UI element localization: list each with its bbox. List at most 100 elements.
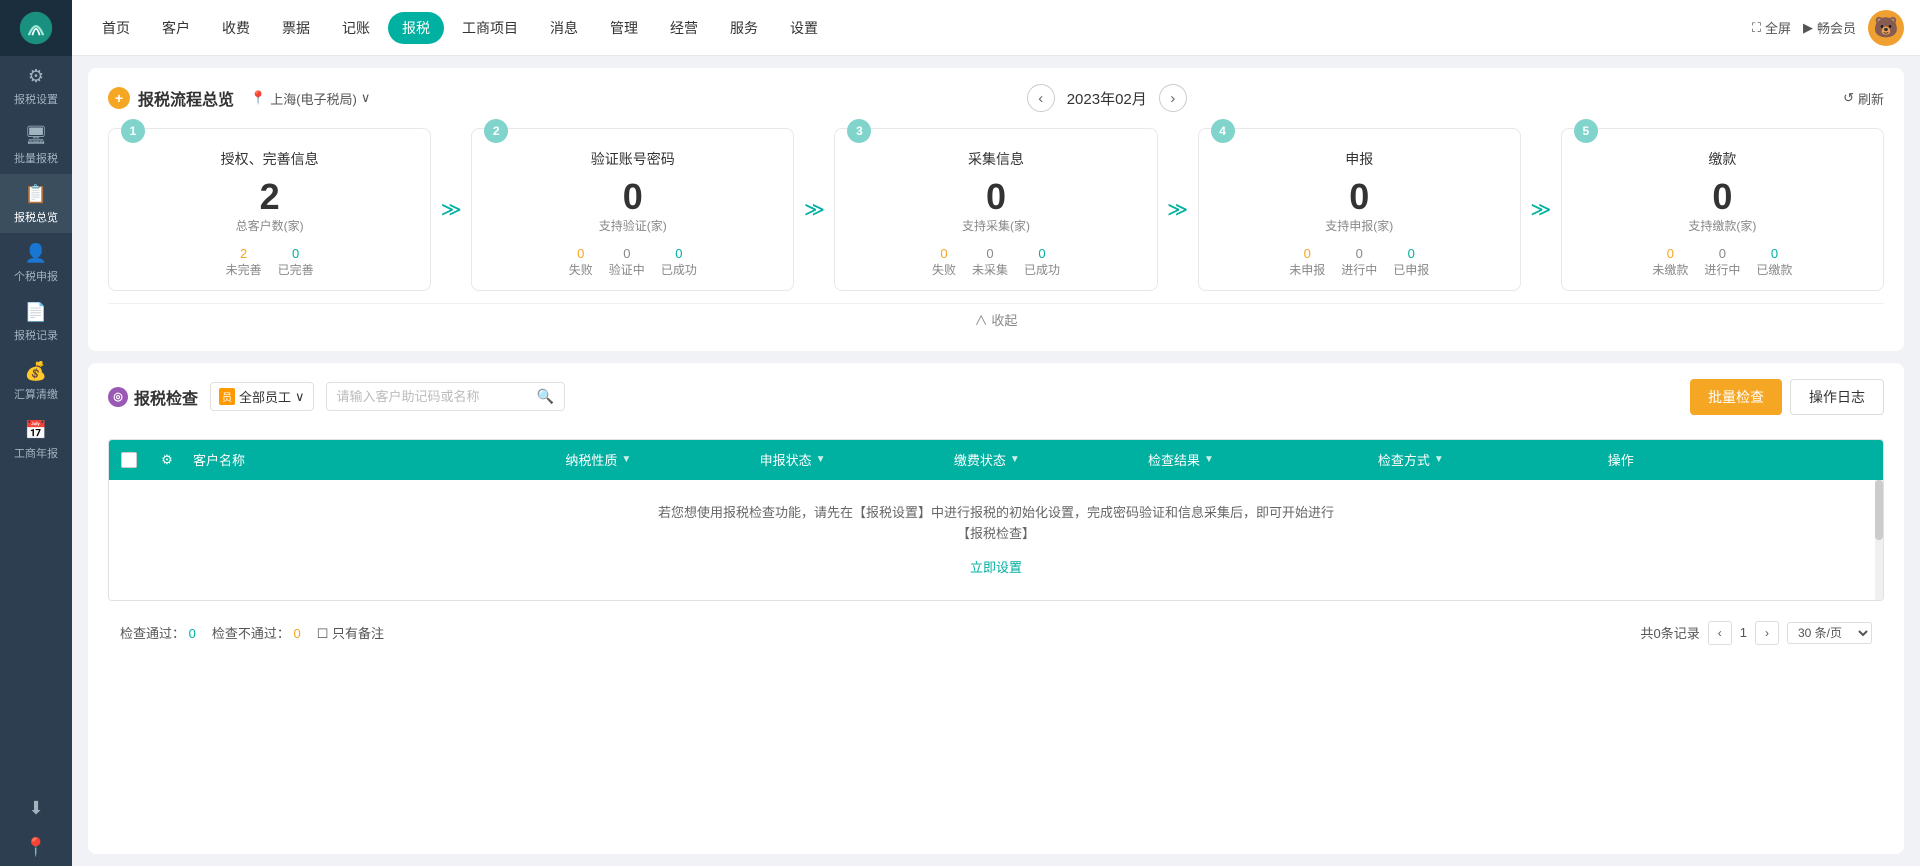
stat-val-4-2[interactable]: 0 — [1393, 246, 1429, 261]
check-actions: 批量检查 操作日志 — [1690, 379, 1884, 415]
nav-message[interactable]: 消息 — [536, 12, 592, 44]
nav-business[interactable]: 工商项目 — [448, 12, 532, 44]
th-declare-status[interactable]: 申报状态 ▼ — [752, 450, 946, 469]
fail-label: 检查不通过： 0 — [212, 623, 301, 642]
search-button[interactable]: 🔍 — [527, 383, 564, 410]
th-check-result[interactable]: 检查结果 ▼ — [1140, 450, 1370, 469]
table-footer: 检查通过： 0 检查不通过： 0 ☐ 只有备注 共0条记录 ‹ 1 — [108, 613, 1884, 653]
fail-text: 检查不通过： — [212, 626, 290, 641]
nav-operation[interactable]: 经营 — [656, 12, 712, 44]
flow-arrow-3: ≫ — [1158, 128, 1198, 291]
th-tax-nature[interactable]: 纳税性质 ▼ — [557, 450, 751, 469]
select-all-checkbox[interactable] — [121, 452, 137, 468]
sidebar-item-label: 报税设置 — [14, 91, 58, 107]
sidebar-item-tax-overview[interactable]: 📋 报税总览 — [0, 174, 72, 233]
stat-val-3-0[interactable]: 0 — [932, 246, 956, 261]
sidebar-item-label: 批量报税 — [14, 150, 58, 166]
nav-home[interactable]: 首页 — [88, 12, 144, 44]
staff-select[interactable]: 员 全部员工 ∨ — [210, 382, 314, 411]
nav-settings[interactable]: 设置 — [776, 12, 832, 44]
sidebar-item-settlement[interactable]: 💰 汇算清缴 — [0, 351, 72, 410]
check-title: ◎ 报税检查 — [108, 385, 198, 409]
stat-label-2-1: 验证中 — [609, 261, 645, 278]
tax-check-panel: ◎ 报税检查 员 全部员工 ∨ 🔍 批量检查 操作日志 — [88, 363, 1904, 854]
notes-label: ☐ 只有备注 — [317, 623, 384, 642]
card-sublabel-3: 支持采集(家) — [851, 217, 1140, 234]
flow-header: + 报税流程总览 📍 上海(电子税局) ∨ ‹ 2023年02月 › ↺ — [108, 84, 1884, 112]
stat-label-3-0: 失败 — [932, 261, 956, 278]
card-bignum-1: 2 — [125, 177, 414, 217]
fullscreen-button[interactable]: ⛶ 全屏 — [1752, 18, 1791, 37]
th-tax-nature-label: 纳税性质 — [565, 450, 617, 469]
th-payment-status[interactable]: 缴费状态 ▼ — [946, 450, 1140, 469]
scrollbar-thumb[interactable] — [1875, 480, 1883, 540]
batch-check-button[interactable]: 批量检查 — [1690, 379, 1782, 415]
nav-service[interactable]: 服务 — [716, 12, 772, 44]
next-page-button[interactable]: › — [1755, 621, 1779, 645]
annual-report-icon: 📅 — [25, 420, 47, 441]
check-title-text: 报税检查 — [134, 385, 198, 409]
staff-chevron-icon: ∨ — [295, 389, 305, 405]
sidebar-item-tax-record[interactable]: 📄 报税记录 — [0, 292, 72, 351]
refresh-button[interactable]: ↺ 刷新 — [1843, 89, 1884, 108]
nav-invoice[interactable]: 票据 — [268, 12, 324, 44]
sidebar-item-annual-report[interactable]: 📅 工商年报 — [0, 410, 72, 469]
collapse-button[interactable]: ∧ 收起 — [108, 303, 1884, 335]
flow-cards: 1 授权、完善信息 2 总客户数(家) 2 未完善 0 已完善 — [108, 128, 1884, 291]
pass-label: 检查通过： 0 — [120, 623, 196, 642]
nav-fee[interactable]: 收费 — [208, 12, 264, 44]
nav-customer[interactable]: 客户 — [148, 12, 204, 44]
user-avatar[interactable]: 🐻 — [1868, 10, 1904, 46]
stat-val-2-0[interactable]: 0 — [569, 246, 593, 261]
stat-label-3-1: 未采集 — [972, 261, 1008, 278]
card-bignum-2: 0 — [488, 177, 777, 217]
flow-card-2: 2 验证账号密码 0 支持验证(家) 0 失败 0 验证中 — [471, 128, 794, 291]
collapse-chevron-icon: ∧ — [975, 313, 988, 328]
stat-val-2-2[interactable]: 0 — [661, 246, 697, 261]
card-title-4: 申报 — [1215, 149, 1504, 169]
footer-left: 检查通过： 0 检查不通过： 0 ☐ 只有备注 — [120, 623, 384, 642]
per-page-select[interactable]: 30 条/页 50 条/页 100 条/页 — [1787, 622, 1872, 644]
filter-icon-declare: ▼ — [816, 454, 826, 465]
staff-icon: 员 — [219, 388, 235, 405]
nav-tax[interactable]: 报税 — [388, 12, 444, 44]
scrollbar-track[interactable] — [1875, 480, 1883, 600]
sidebar-item-location[interactable]: 📍 — [0, 827, 72, 866]
prev-month-button[interactable]: ‹ — [1027, 84, 1055, 112]
sidebar-item-tax-settings[interactable]: ⚙ 报税设置 — [0, 56, 72, 115]
stat-label-1-1: 已完善 — [278, 261, 314, 278]
card-stats-2: 0 失败 0 验证中 0 已成功 — [488, 246, 777, 278]
th-checkbox[interactable] — [109, 452, 149, 468]
stat-val-1-1[interactable]: 0 — [278, 246, 314, 261]
stat-val-5-2[interactable]: 0 — [1756, 246, 1792, 261]
sidebar-item-download[interactable]: ⬇ — [0, 788, 72, 827]
fail-value[interactable]: 0 — [294, 626, 301, 641]
th-check-method[interactable]: 检查方式 ▼ — [1370, 450, 1600, 469]
stat-val-4-1: 0 — [1341, 246, 1377, 261]
th-gear[interactable]: ⚙ — [149, 452, 185, 468]
th-declare-label: 申报状态 — [760, 450, 812, 469]
pass-value[interactable]: 0 — [189, 626, 196, 641]
stat-val-5-0[interactable]: 0 — [1652, 246, 1688, 261]
nav-management[interactable]: 管理 — [596, 12, 652, 44]
card-sublabel-1: 总客户数(家) — [125, 217, 414, 234]
stat-val-4-0[interactable]: 0 — [1289, 246, 1325, 261]
stat-val-1-0[interactable]: 2 — [226, 246, 262, 261]
sidebar-item-personal-tax[interactable]: 👤 个税申报 — [0, 233, 72, 292]
stat-val-3-2[interactable]: 0 — [1024, 246, 1060, 261]
operation-log-button[interactable]: 操作日志 — [1790, 379, 1884, 415]
card-sublabel-2: 支持验证(家) — [488, 217, 777, 234]
member-button[interactable]: ▶ 畅会员 — [1803, 18, 1856, 37]
sidebar-item-batch-tax[interactable]: 🖥 批量报税 — [0, 115, 72, 174]
location-tag[interactable]: 📍 上海(电子税局) ∨ — [250, 89, 370, 108]
first-page-button[interactable]: ‹ — [1708, 621, 1732, 645]
table-body: 若您想使用报税检查功能，请先在【报税设置】中进行报税的初始化设置，完成密码验证和… — [109, 480, 1883, 600]
sidebar: ⚙ 报税设置 🖥 批量报税 📋 报税总览 👤 个税申报 📄 报税记录 💰 汇算清… — [0, 0, 72, 866]
card-bignum-5: 0 — [1578, 177, 1867, 217]
stat-val-3-1: 0 — [972, 246, 1008, 261]
search-input[interactable] — [327, 384, 527, 409]
card-stats-5: 0 未缴款 0 进行中 0 已缴款 — [1578, 246, 1867, 278]
nav-bookkeeping[interactable]: 记账 — [328, 12, 384, 44]
next-month-button[interactable]: › — [1159, 84, 1187, 112]
setup-link[interactable]: 立即设置 — [970, 557, 1022, 576]
